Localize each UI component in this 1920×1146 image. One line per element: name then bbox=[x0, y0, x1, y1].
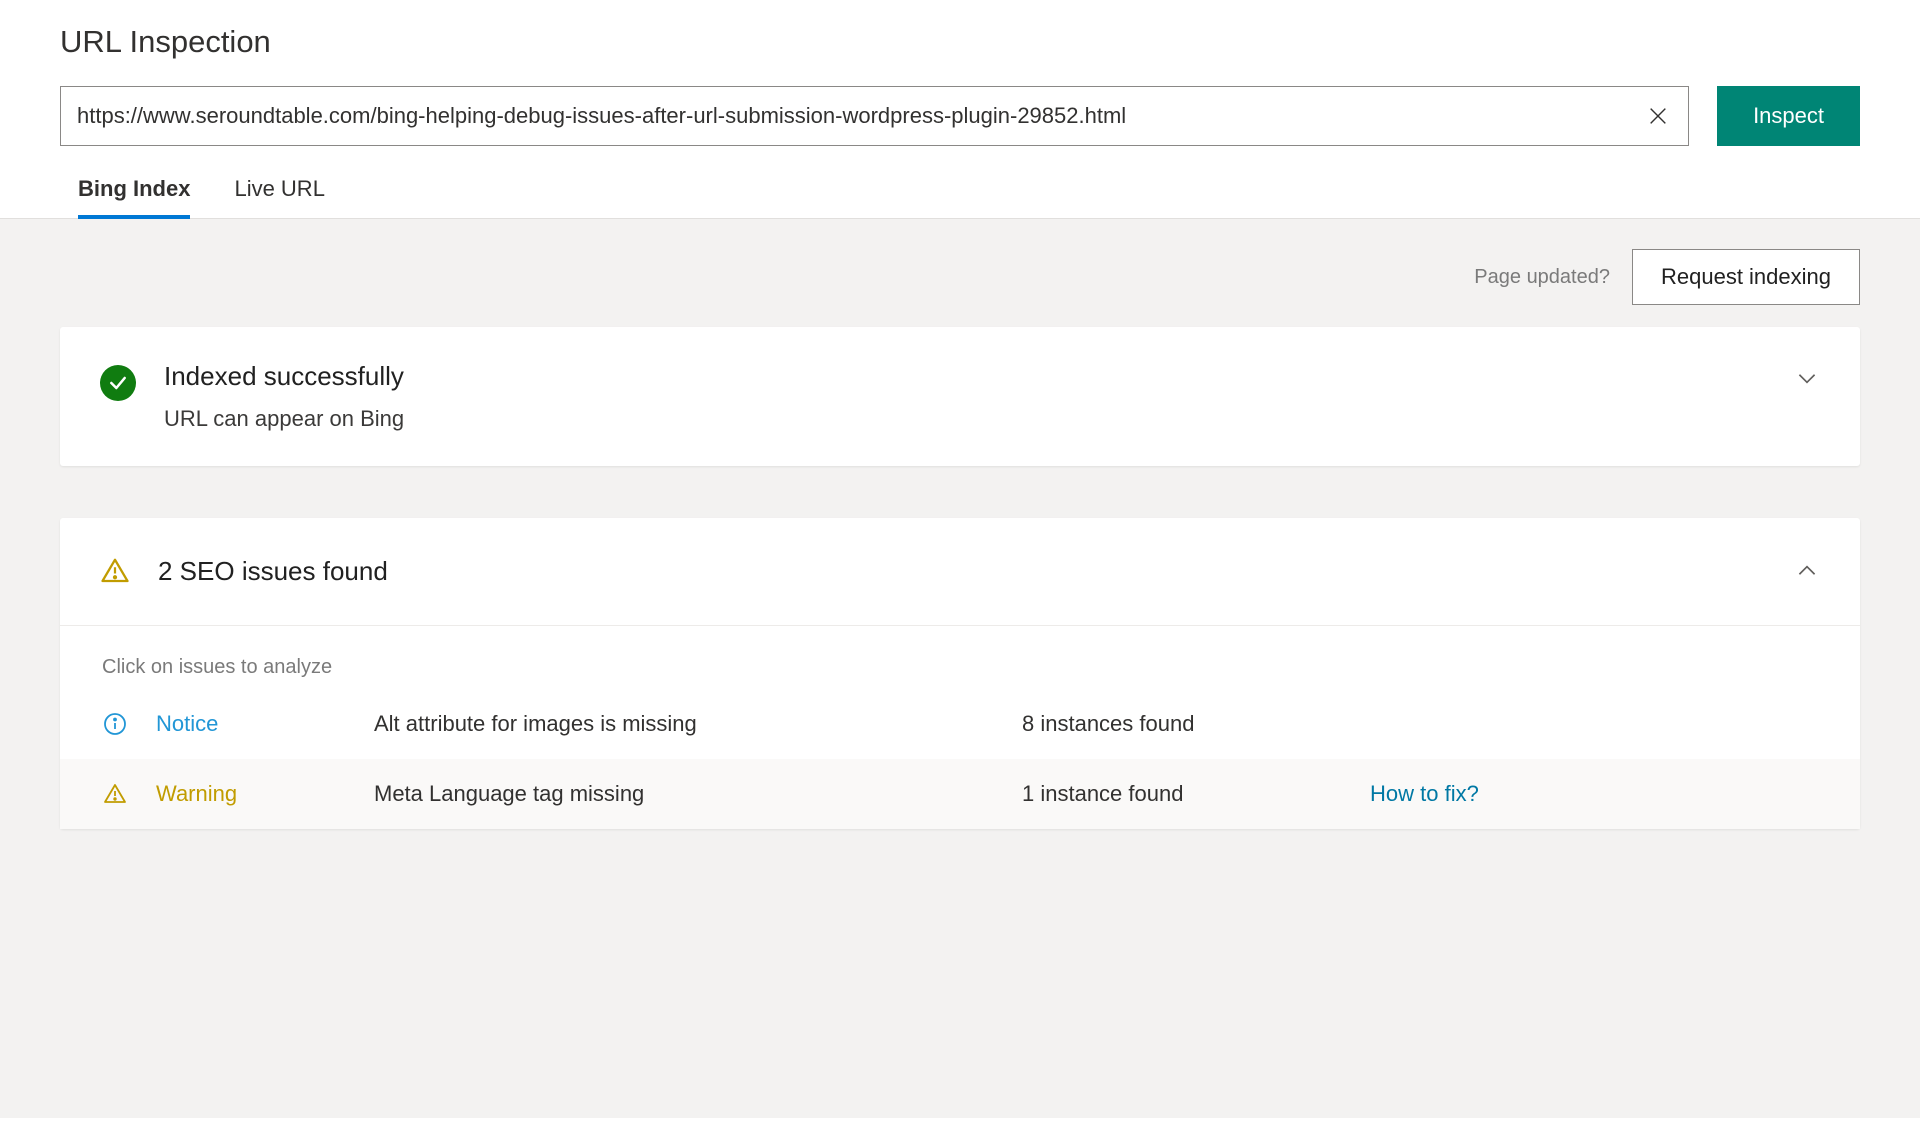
seo-issues-title: 2 SEO issues found bbox=[158, 556, 1766, 587]
inspect-button[interactable]: Inspect bbox=[1717, 86, 1860, 146]
close-icon bbox=[1647, 105, 1669, 127]
seo-help-text: Click on issues to analyze bbox=[100, 656, 1820, 679]
info-icon bbox=[102, 711, 128, 737]
issue-count: 1 instance found bbox=[1022, 781, 1342, 807]
index-status-subtitle: URL can appear on Bing bbox=[164, 406, 1766, 432]
url-input-container bbox=[60, 86, 1689, 146]
index-status-card: Indexed successfully URL can appear on B… bbox=[60, 327, 1860, 466]
chevron-up-icon bbox=[1794, 554, 1820, 589]
page-updated-label: Page updated? bbox=[1474, 266, 1610, 289]
page-title: URL Inspection bbox=[60, 24, 1860, 60]
seo-issue-row[interactable]: Warning Meta Language tag missing 1 inst… bbox=[60, 759, 1860, 829]
issue-severity: Notice bbox=[156, 711, 346, 737]
warning-triangle-icon bbox=[102, 781, 128, 807]
tab-live-url[interactable]: Live URL bbox=[234, 166, 324, 218]
seo-issues-card: 2 SEO issues found Click on issues to an… bbox=[60, 518, 1860, 829]
clear-url-button[interactable] bbox=[1644, 102, 1672, 130]
seo-issue-row[interactable]: Notice Alt attribute for images is missi… bbox=[100, 689, 1820, 759]
issue-severity: Warning bbox=[156, 781, 346, 807]
request-indexing-button[interactable]: Request indexing bbox=[1632, 249, 1860, 305]
tabs: Bing Index Live URL bbox=[60, 166, 1860, 218]
seo-issues-header[interactable]: 2 SEO issues found bbox=[60, 518, 1860, 626]
tab-bing-index[interactable]: Bing Index bbox=[78, 166, 190, 218]
issue-description: Alt attribute for images is missing bbox=[374, 711, 994, 737]
issue-description: Meta Language tag missing bbox=[374, 781, 994, 807]
chevron-down-icon bbox=[1794, 361, 1820, 396]
success-check-icon bbox=[100, 365, 136, 401]
index-status-title: Indexed successfully bbox=[164, 361, 1766, 392]
issue-count: 8 instances found bbox=[1022, 711, 1342, 737]
index-status-header[interactable]: Indexed successfully URL can appear on B… bbox=[60, 327, 1860, 466]
warning-triangle-icon bbox=[100, 556, 130, 586]
issue-fix-link[interactable]: How to fix? bbox=[1370, 781, 1479, 807]
url-input[interactable] bbox=[77, 103, 1644, 129]
